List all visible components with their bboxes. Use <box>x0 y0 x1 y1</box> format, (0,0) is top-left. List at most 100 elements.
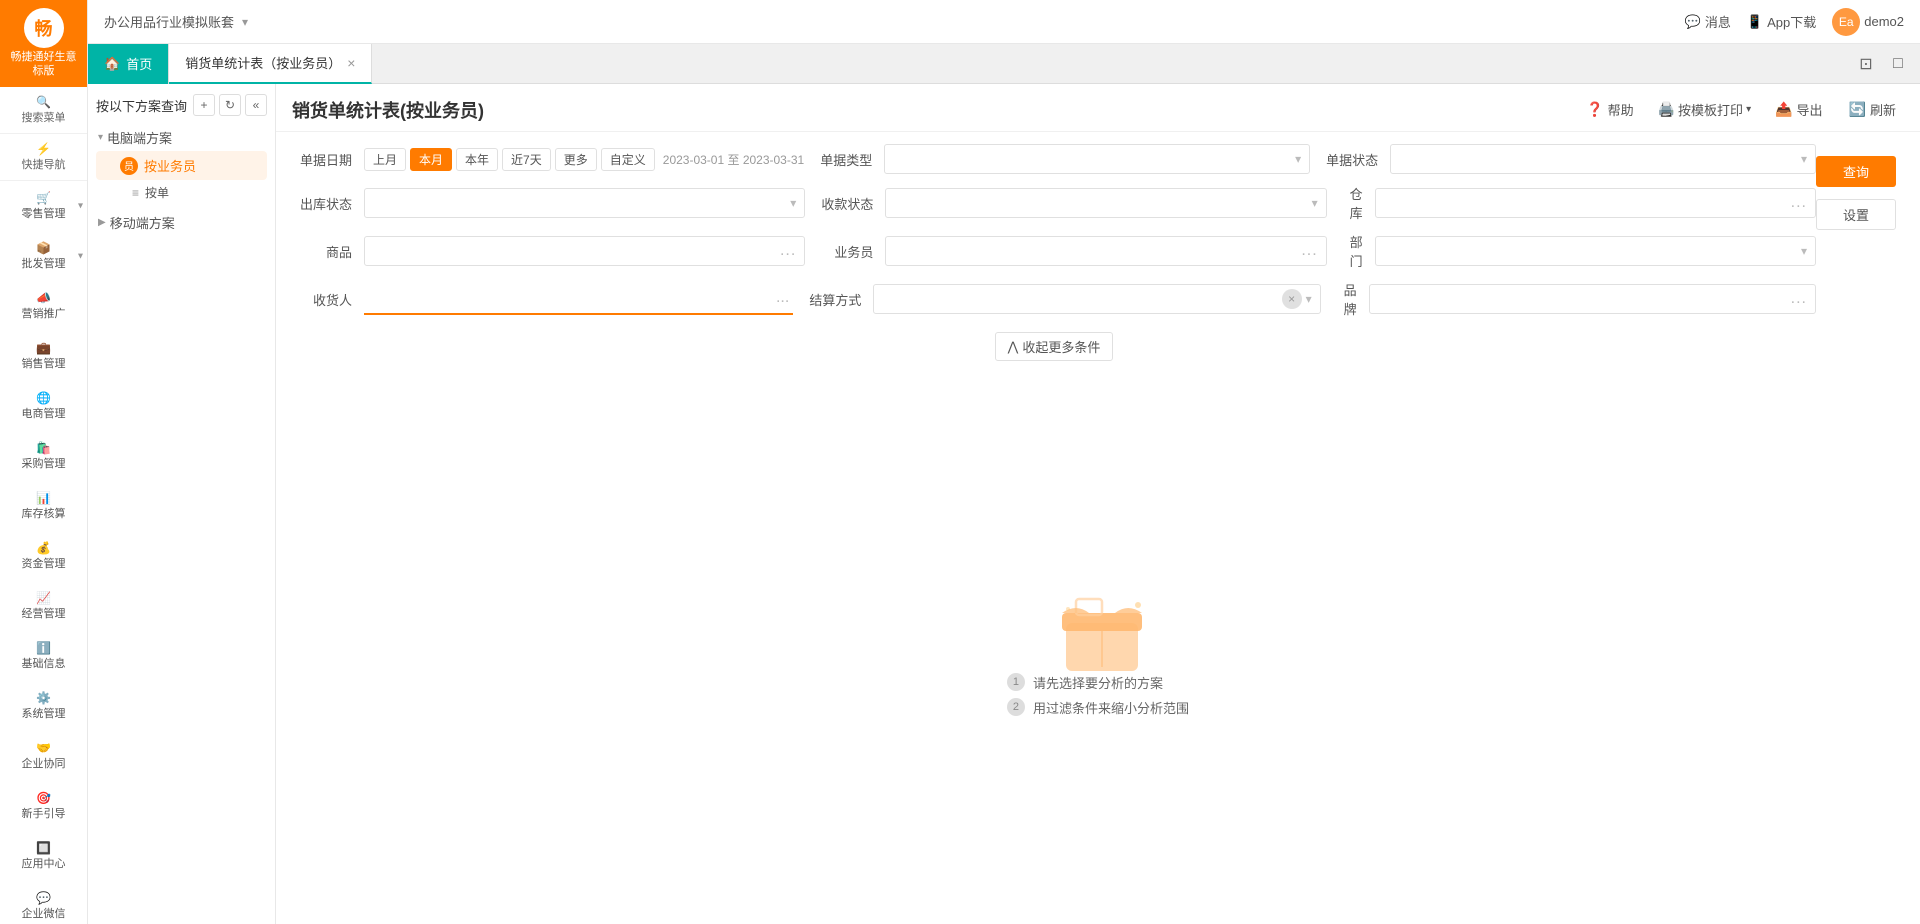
doc-status-arrow-icon: ▾ <box>1801 152 1807 166</box>
tab-sales-stats[interactable]: 销货单统计表（按业务员） × <box>169 44 372 84</box>
filter-content: 单据日期 上月 本月 本年 近7天 更多 自定义 2023-03-01 至 20… <box>292 144 1904 365</box>
doc-type-select[interactable]: ▾ <box>884 144 1310 174</box>
sidebar-item-retail-label: 零售管理 <box>22 205 66 221</box>
breadcrumb-text: 办公用品行业模拟账套 <box>104 12 234 31</box>
mobile-scheme-group-header[interactable]: ▶ 移动端方案 <box>96 209 267 236</box>
collapse-filter-btn[interactable]: ⋀ 收起更多条件 <box>995 332 1114 361</box>
tab-home[interactable]: 🏠 首页 <box>88 44 169 84</box>
breadcrumb-dropdown-icon[interactable]: ▾ <box>242 15 248 29</box>
sidebar-item-finance[interactable]: 💰 资金管理 <box>0 531 87 581</box>
tab-restore-btn[interactable]: ⊡ <box>1852 50 1880 78</box>
goods-select[interactable]: ... <box>364 236 805 266</box>
settlement-clear-btn[interactable]: × <box>1282 289 1302 309</box>
finance-icon: 💰 <box>36 541 51 555</box>
template-print-label: 按模板打印 <box>1678 100 1743 119</box>
desktop-scheme-group-header[interactable]: ▾ 电脑端方案 <box>96 124 267 151</box>
settings-btn[interactable]: 设置 <box>1816 199 1896 230</box>
sidebar-item-purchase-label: 采购管理 <box>22 455 66 471</box>
refresh-btn[interactable]: 🔄 刷新 <box>1841 96 1904 123</box>
mobile-scheme-group: ▶ 移动端方案 <box>96 209 267 236</box>
sidebar-item-operation[interactable]: 📈 经营管理 <box>0 581 87 631</box>
sidebar-item-basic[interactable]: ℹ️ 基础信息 <box>0 631 87 681</box>
query-btn[interactable]: 查询 <box>1816 156 1896 187</box>
sidebar-item-wechat[interactable]: 💬 企业微信 <box>0 881 87 924</box>
sidebar-item-newbie[interactable]: 🎯 新手引导 <box>0 781 87 831</box>
help-btn[interactable]: ❓ 帮助 <box>1578 96 1641 123</box>
recipient-input[interactable] <box>364 283 793 313</box>
wholesale-arrow-icon: ▴ <box>78 250 83 261</box>
collapse-panel-btn[interactable]: « <box>245 94 267 116</box>
collapse-filter-label: 收起更多条件 <box>1022 337 1100 356</box>
message-btn[interactable]: 💬 消息 <box>1685 12 1731 31</box>
sidebar-item-enterprise[interactable]: 🤝 企业协同 <box>0 731 87 781</box>
empty-step-2: 2 用过滤条件来缩小分析范围 <box>1007 698 1189 717</box>
sidebar-item-retail[interactable]: 🛒 零售管理 ▾ <box>0 181 87 231</box>
date-btn-custom[interactable]: 自定义 <box>601 148 655 171</box>
payment-status-select[interactable]: ▾ <box>885 188 1326 218</box>
dept-select[interactable]: ▾ <box>1375 236 1816 266</box>
mobile-scheme-label: 移动端方案 <box>110 213 175 232</box>
step-2-num: 2 <box>1007 698 1025 716</box>
sidebar-item-system[interactable]: ⚙️ 系统管理 <box>0 681 87 731</box>
desktop-scheme-label: 电脑端方案 <box>107 128 172 147</box>
template-print-btn[interactable]: 🖨️ 按模板打印 ▾ <box>1652 96 1757 123</box>
retail-arrow-icon: ▾ <box>78 200 83 211</box>
warehouse-select[interactable]: ... <box>1375 188 1816 218</box>
out-status-arrow-icon: ▾ <box>790 196 796 210</box>
refresh-scheme-btn[interactable]: ↻ <box>219 94 241 116</box>
salesperson-select[interactable]: ... <box>885 236 1326 266</box>
settlement-select[interactable]: × ▾ <box>873 284 1320 314</box>
sidebar-item-sales-label: 销售管理 <box>22 355 66 371</box>
sidebar-item-ecommerce[interactable]: 🌐 电商管理 <box>0 381 87 431</box>
app-download-label: App下载 <box>1767 12 1816 31</box>
main-area: 办公用品行业模拟账套 ▾ 💬 消息 📱 App下载 Ea demo2 🏠 首页 … <box>88 0 1920 924</box>
retail-icon: 🛒 <box>36 191 51 205</box>
tab-close-icon[interactable]: × <box>347 55 355 71</box>
mobile-scheme-arrow-icon: ▶ <box>98 217 106 228</box>
export-btn[interactable]: 📤 导出 <box>1767 96 1830 123</box>
sidebar-item-apps[interactable]: 🔲 应用中心 <box>0 831 87 881</box>
inventory-icon: 📊 <box>36 491 51 505</box>
enterprise-icon: 🤝 <box>36 741 51 755</box>
tab-home-label: 首页 <box>126 54 152 73</box>
empty-state-icon <box>1048 585 1148 665</box>
sidebar-logo[interactable]: 畅 畅捷通好生意 标版 <box>0 0 87 87</box>
scheme-order-label: 按单 <box>145 184 169 201</box>
date-btn-more[interactable]: 更多 <box>555 148 597 171</box>
sidebar-item-finance-label: 资金管理 <box>22 555 66 571</box>
scheme-sub-item-order[interactable]: ≡ 按单 <box>96 180 267 205</box>
date-btn-last-month[interactable]: 上月 <box>364 148 406 171</box>
add-scheme-btn[interactable]: + <box>193 94 215 116</box>
app-download-btn[interactable]: 📱 App下载 <box>1747 12 1816 31</box>
order-sub-icon: ≡ <box>132 186 139 200</box>
sidebar-item-inventory[interactable]: 📊 库存核算 <box>0 481 87 531</box>
step-1-num: 1 <box>1007 673 1025 691</box>
sidebar-item-purchase[interactable]: 🛍️ 采购管理 <box>0 431 87 481</box>
sales-icon: 💼 <box>36 341 51 355</box>
sidebar-item-system-label: 系统管理 <box>22 705 66 721</box>
filter-row-2: 出库状态 ▾ 收款状态 ▾ 仓库 <box>292 184 1816 222</box>
wholesale-icon: 📦 <box>36 241 51 255</box>
date-filter-options: 上月 本月 本年 近7天 更多 自定义 2023-03-01 至 2023-03… <box>364 148 804 171</box>
sidebar-item-wholesale[interactable]: 📦 批发管理 ▴ <box>0 231 87 281</box>
sidebar-item-sales[interactable]: 💼 销售管理 <box>0 331 87 381</box>
sidebar-item-marketing[interactable]: 📣 营销推广 <box>0 281 87 331</box>
user-profile-btn[interactable]: Ea demo2 <box>1832 8 1904 36</box>
recipient-dots-icon[interactable]: ... <box>776 289 789 307</box>
tab-sales-stats-label: 销货单统计表（按业务员） <box>185 53 341 72</box>
sidebar-item-wechat-label: 企业微信 <box>22 905 66 921</box>
scheme-item-salesperson[interactable]: 员 按业务员 <box>96 151 267 180</box>
desktop-scheme-group: ▾ 电脑端方案 员 按业务员 ≡ 按单 <box>96 124 267 205</box>
goods-label: 商品 <box>292 242 352 261</box>
doc-status-select[interactable]: ▾ <box>1390 144 1816 174</box>
brand-select[interactable]: ... <box>1369 284 1816 314</box>
warehouse-label: 仓库 <box>1339 184 1363 222</box>
out-status-select[interactable]: ▾ <box>364 188 805 218</box>
sidebar-quick-nav-item[interactable]: ⚡ 快捷导航 <box>0 134 87 181</box>
sidebar-search-item[interactable]: 🔍 搜索菜单 <box>0 87 87 134</box>
date-btn-this-year[interactable]: 本年 <box>456 148 498 171</box>
tab-maximize-btn[interactable]: □ <box>1884 50 1912 78</box>
recipient-input-wrap: ... <box>364 283 793 315</box>
date-btn-last-7[interactable]: 近7天 <box>502 148 551 171</box>
date-btn-this-month[interactable]: 本月 <box>410 148 452 171</box>
